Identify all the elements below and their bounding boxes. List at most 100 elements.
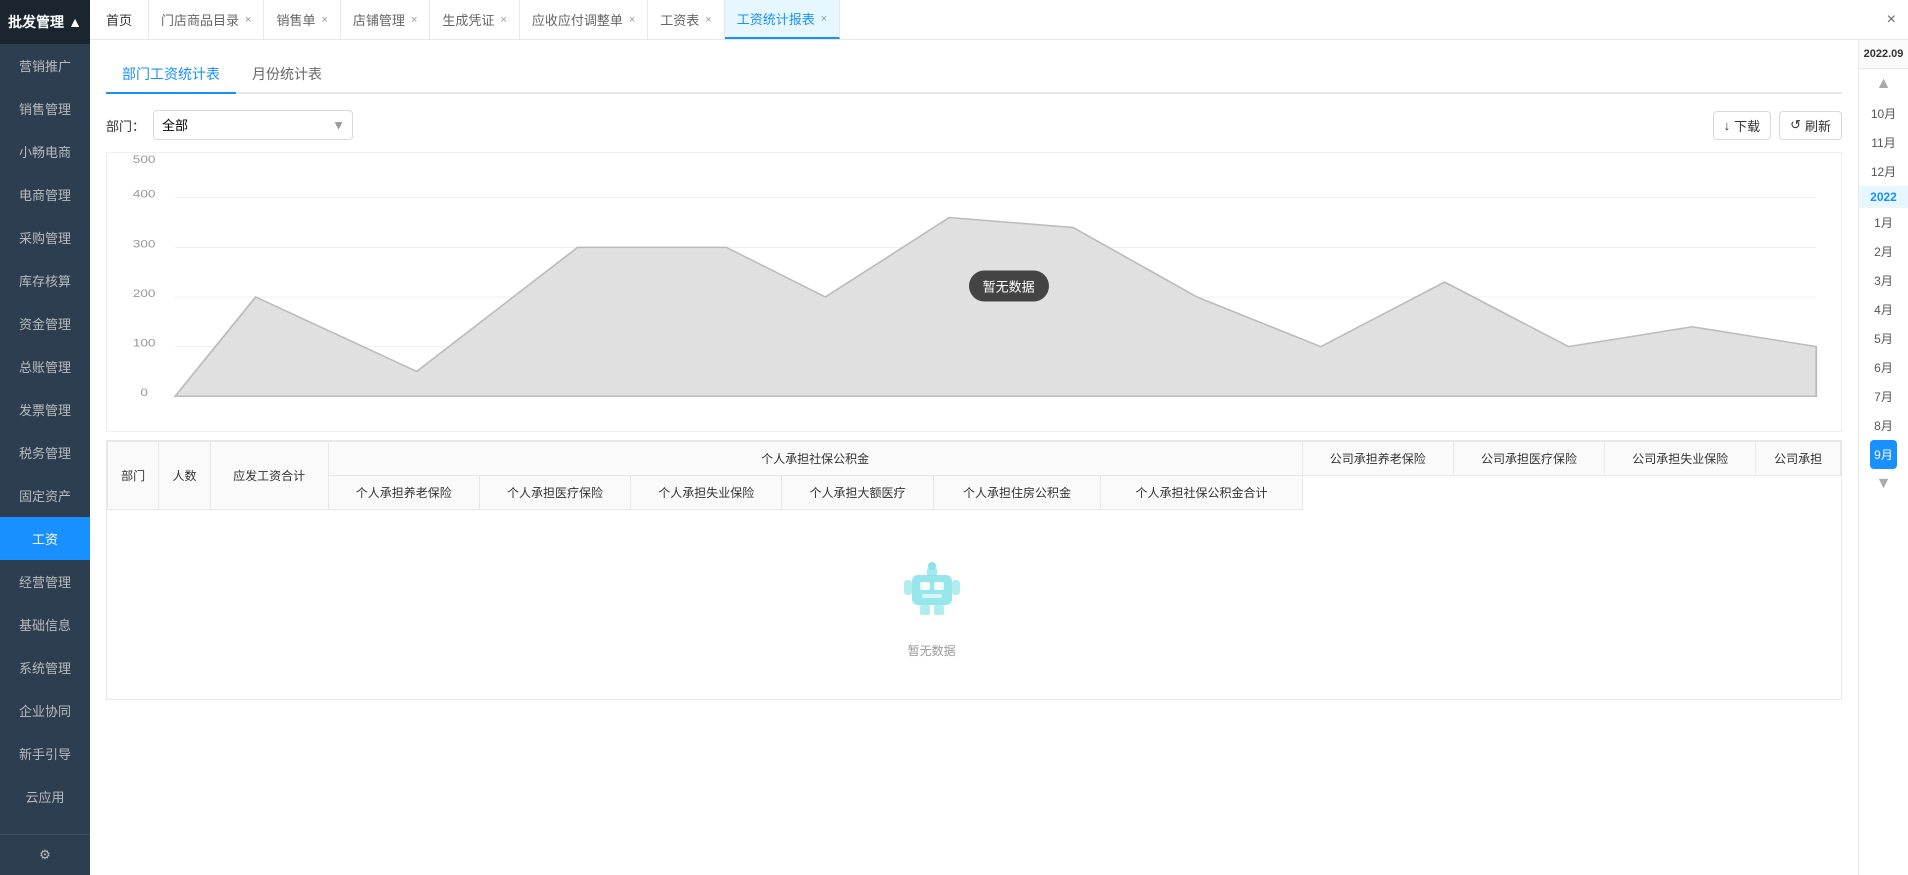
sidebar-item-基础信息[interactable]: 基础信息: [0, 603, 90, 646]
sidebar-item-总账管理[interactable]: 总账管理: [0, 345, 90, 388]
tab-门店商品目录[interactable]: 门店商品目录×: [149, 0, 264, 39]
date-month-9月[interactable]: 9月: [1870, 440, 1897, 469]
empty-state: 暂无数据: [108, 510, 1756, 699]
date-month-8月[interactable]: 8月: [1870, 411, 1897, 440]
close-all-tabs-button[interactable]: ×: [1875, 0, 1908, 39]
tab-home[interactable]: 首页: [90, 0, 149, 39]
tab-close-icon[interactable]: ×: [705, 14, 711, 26]
tab-bar: 首页 门店商品目录×销售单×店铺管理×生成凭证×应收应付调整单×工资表×工资统计…: [90, 0, 1908, 40]
date-months-before: 10月11月12月: [1867, 99, 1900, 186]
sidebar-item-税务管理[interactable]: 税务管理: [0, 431, 90, 474]
col-company-unemployment: 公司承担失业保险: [1605, 442, 1756, 476]
date-year-marker: 2022: [1859, 186, 1908, 208]
sub-tab-月份统计表[interactable]: 月份统计表: [236, 56, 338, 94]
date-month-7月[interactable]: 7月: [1870, 382, 1897, 411]
tab-close-icon[interactable]: ×: [411, 14, 417, 26]
col-company-other: 公司承担: [1756, 442, 1841, 476]
sidebar-item-小畅电商[interactable]: 小畅电商: [0, 130, 90, 173]
table-container: 部门 人数 应发工资合计 个人承担社保公积金 公司承担养老保险 公司承担医疗保险…: [106, 440, 1842, 700]
sidebar-item-销售管理[interactable]: 销售管理: [0, 87, 90, 130]
tab-close-icon[interactable]: ×: [821, 13, 827, 25]
content-area: 部门工资统计表月份统计表 部门： 全部 销售部 财务部 人事部 技术部 ▼: [90, 40, 1908, 875]
sidebar-title-text: 批发管理: [8, 12, 64, 32]
data-table: 部门 人数 应发工资合计 个人承担社保公积金 公司承担养老保险 公司承担医疗保险…: [107, 441, 1841, 699]
sub-tab-部门工资统计表[interactable]: 部门工资统计表: [106, 56, 236, 94]
svg-text:300: 300: [133, 238, 156, 250]
current-date-label[interactable]: 2022.09: [1859, 40, 1908, 69]
sidebar-item-库存核算[interactable]: 库存核算: [0, 259, 90, 302]
refresh-label: 刷新: [1805, 116, 1831, 135]
date-selector-panel: 2022.09 ▲ 10月11月12月 2022 1月2月3月4月5月6月7月8…: [1858, 40, 1908, 875]
sidebar-item-工资[interactable]: 工资: [0, 517, 90, 560]
table-empty-row: 暂无数据: [108, 510, 1841, 700]
main-area: 首页 门店商品目录×销售单×店铺管理×生成凭证×应收应付调整单×工资表×工资统计…: [90, 0, 1908, 875]
date-month-1月[interactable]: 1月: [1870, 208, 1897, 237]
sidebar-title[interactable]: 批发管理 ▲: [0, 0, 90, 44]
tab-店铺管理[interactable]: 店铺管理×: [341, 0, 430, 39]
settings-icon: ⚙: [39, 847, 51, 862]
tab-销售单[interactable]: 销售单×: [264, 0, 340, 39]
refresh-icon: ↺: [1790, 117, 1801, 133]
date-month-4月[interactable]: 4月: [1870, 295, 1897, 324]
sidebar-item-固定资产[interactable]: 固定资产: [0, 474, 90, 517]
sidebar-item-营销推广[interactable]: 营销推广: [0, 44, 90, 87]
dept-select[interactable]: 全部 销售部 财务部 人事部 技术部: [153, 110, 353, 140]
date-month-10月[interactable]: 10月: [1867, 99, 1900, 128]
col-dept: 部门: [108, 442, 159, 510]
page-content: 部门工资统计表月份统计表 部门： 全部 销售部 财务部 人事部 技术部 ▼: [90, 40, 1858, 875]
date-nav-down-button[interactable]: ▼: [1859, 469, 1908, 499]
tab-工资表[interactable]: 工资表×: [648, 0, 724, 39]
date-month-2月[interactable]: 2月: [1870, 237, 1897, 266]
date-nav-up-button[interactable]: ▲: [1859, 69, 1908, 99]
date-months-after: 1月2月3月4月5月6月7月8月9月: [1870, 208, 1897, 469]
date-month-3月[interactable]: 3月: [1870, 266, 1897, 295]
col-personal-major-medical: 个人承担大额医疗: [782, 476, 933, 510]
dept-select-wrapper: 全部 销售部 财务部 人事部 技术部 ▼: [153, 110, 353, 140]
svg-text:0: 0: [140, 387, 148, 399]
date-month-6月[interactable]: 6月: [1870, 353, 1897, 382]
sidebar-item-资金管理[interactable]: 资金管理: [0, 302, 90, 345]
settings-button[interactable]: ⚙: [0, 834, 90, 875]
sidebar-item-采购管理[interactable]: 采购管理: [0, 216, 90, 259]
tab-close-icon[interactable]: ×: [629, 14, 635, 26]
tab-close-icon[interactable]: ×: [500, 14, 506, 26]
sidebar-item-新手引导[interactable]: 新手引导: [0, 732, 90, 775]
tab-close-icon[interactable]: ×: [245, 14, 251, 26]
svg-text:400: 400: [133, 188, 156, 200]
col-personal-pension: 个人承担养老保险: [328, 476, 479, 510]
svg-text:200: 200: [133, 287, 156, 299]
chart-area: 0 100 200 300 400 500 暂无数: [106, 152, 1842, 432]
sub-tabs: 部门工资统计表月份统计表: [106, 56, 1842, 94]
sidebar-items: 营销推广销售管理小畅电商电商管理采购管理库存核算资金管理总账管理发票管理税务管理…: [0, 44, 90, 818]
sidebar-item-电商管理[interactable]: 电商管理: [0, 173, 90, 216]
tab-items: 门店商品目录×销售单×店铺管理×生成凭证×应收应付调整单×工资表×工资统计报表×: [149, 0, 840, 39]
sidebar-item-云应用[interactable]: 云应用: [0, 775, 90, 818]
col-personal-housing: 个人承担住房公积金: [933, 476, 1101, 510]
tab-close-icon[interactable]: ×: [321, 14, 327, 26]
svg-text:100: 100: [133, 337, 156, 349]
sidebar-title-arrow: ▲: [68, 14, 82, 30]
col-company-medical: 公司承担医疗保险: [1453, 442, 1604, 476]
date-month-5月[interactable]: 5月: [1870, 324, 1897, 353]
sidebar-item-系统管理[interactable]: 系统管理: [0, 646, 90, 689]
col-personal-medical: 个人承担医疗保险: [479, 476, 630, 510]
filter-row: 部门： 全部 销售部 财务部 人事部 技术部 ▼ ↓ 下载: [106, 110, 1842, 140]
tab-应收应付调整单[interactable]: 应收应付调整单×: [520, 0, 648, 39]
sidebar-item-企业协同[interactable]: 企业协同: [0, 689, 90, 732]
sidebar-item-发票管理[interactable]: 发票管理: [0, 388, 90, 431]
col-company-pension: 公司承担养老保险: [1302, 442, 1453, 476]
col-count: 人数: [159, 442, 210, 510]
date-month-11月[interactable]: 11月: [1867, 128, 1900, 157]
toolbar-right: ↓ 下载 ↺ 刷新: [1713, 111, 1842, 140]
date-month-12月[interactable]: 12月: [1867, 157, 1900, 186]
tab-生成凭证[interactable]: 生成凭证×: [430, 0, 519, 39]
refresh-button[interactable]: ↺ 刷新: [1779, 111, 1842, 140]
sidebar: 批发管理 ▲ 营销推广销售管理小畅电商电商管理采购管理库存核算资金管理总账管理发…: [0, 0, 90, 875]
download-button[interactable]: ↓ 下载: [1713, 111, 1772, 140]
col-personal-unemployment: 个人承担失业保险: [631, 476, 782, 510]
col-total-wage: 应发工资合计: [210, 442, 328, 510]
empty-robot-icon: [892, 550, 972, 630]
sidebar-item-经营管理[interactable]: 经营管理: [0, 560, 90, 603]
tab-工资统计报表[interactable]: 工资统计报表×: [725, 0, 840, 39]
col-group-personal: 个人承担社保公积金: [328, 442, 1302, 476]
